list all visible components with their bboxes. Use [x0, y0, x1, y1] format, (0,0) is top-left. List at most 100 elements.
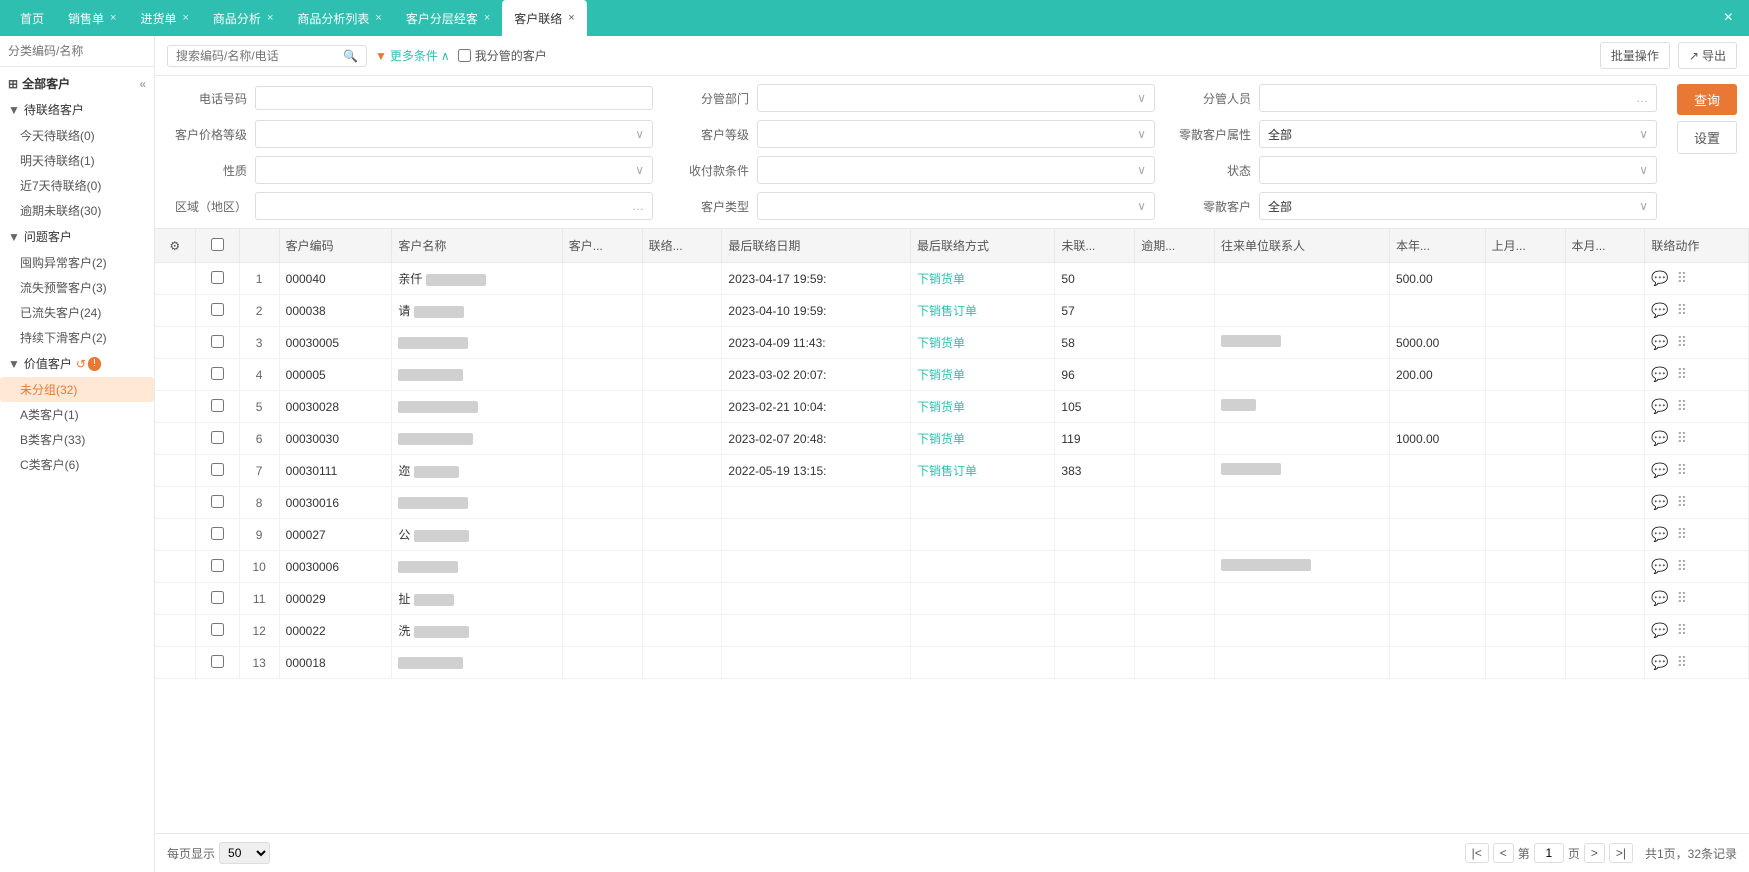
- sidebar-item-churned[interactable]: 已流失客户(24): [0, 300, 154, 325]
- more-action-icon[interactable]: ⠿: [1677, 462, 1687, 479]
- select-all-checkbox[interactable]: [211, 238, 224, 251]
- sidebar-section-value[interactable]: ▼ 价值客户 ↺ !: [0, 350, 154, 377]
- nav-tab-customer-segment[interactable]: 客户分层经客 ×: [394, 0, 502, 36]
- contact-icon[interactable]: 💬: [1651, 494, 1668, 511]
- more-action-icon[interactable]: ⠿: [1677, 558, 1687, 575]
- row-checkbox[interactable]: [195, 519, 239, 551]
- row-checkbox[interactable]: [195, 423, 239, 455]
- close-purchase-tab[interactable]: ×: [182, 12, 188, 24]
- row-checkbox[interactable]: [195, 647, 239, 679]
- close-customer-contact-tab[interactable]: ×: [568, 12, 574, 24]
- nature-select[interactable]: ∨: [255, 156, 653, 184]
- nav-tab-purchase[interactable]: 进货单 ×: [128, 0, 200, 36]
- more-action-icon[interactable]: ⠿: [1677, 302, 1687, 319]
- sidebar-item-b-class[interactable]: B类客户(33): [0, 427, 154, 452]
- more-action-icon[interactable]: ⠿: [1677, 526, 1687, 543]
- row-last-contact-way[interactable]: 下销货单: [911, 359, 1055, 391]
- customer-type-select[interactable]: ∨: [757, 192, 1155, 220]
- my-customer-checkbox[interactable]: [458, 49, 471, 62]
- row-checkbox[interactable]: [195, 359, 239, 391]
- more-action-icon[interactable]: ⠿: [1677, 430, 1687, 447]
- settings-header[interactable]: ⚙: [155, 229, 195, 263]
- contact-icon[interactable]: 💬: [1651, 430, 1668, 447]
- sidebar-item-hoarding[interactable]: 囤购异常客户(2): [0, 250, 154, 275]
- more-action-icon[interactable]: ⠿: [1677, 622, 1687, 639]
- row-checkbox[interactable]: [195, 295, 239, 327]
- batch-operation-button[interactable]: 批量操作: [1600, 42, 1670, 69]
- more-action-icon[interactable]: ⠿: [1677, 334, 1687, 351]
- contact-icon[interactable]: 💬: [1651, 462, 1668, 479]
- status-select[interactable]: ∨: [1259, 156, 1657, 184]
- row-checkbox[interactable]: [195, 583, 239, 615]
- contact-icon[interactable]: 💬: [1651, 622, 1668, 639]
- row-last-contact-way[interactable]: 下销货单: [911, 263, 1055, 295]
- more-action-icon[interactable]: ⠿: [1677, 366, 1687, 383]
- row-checkbox[interactable]: [195, 263, 239, 295]
- checkbox-header[interactable]: [195, 229, 239, 263]
- filter-more-conditions[interactable]: ▼ 更多条件 ∧: [375, 47, 450, 64]
- close-product-analysis-list-tab[interactable]: ×: [375, 12, 381, 24]
- next-page-button[interactable]: >: [1584, 843, 1605, 863]
- contact-icon[interactable]: 💬: [1651, 334, 1668, 351]
- payment-select[interactable]: ∨: [757, 156, 1155, 184]
- more-action-icon[interactable]: ⠿: [1677, 398, 1687, 415]
- price-grade-select[interactable]: ∨: [255, 120, 653, 148]
- sidebar-item-7days[interactable]: 近7天待联络(0): [0, 173, 154, 198]
- filter-search-icon[interactable]: 🔍: [343, 49, 358, 63]
- nav-tab-product-analysis-list[interactable]: 商品分析列表 ×: [285, 0, 393, 36]
- all-customers-header[interactable]: ⊞ 全部客户 «: [0, 67, 154, 96]
- sidebar-item-churn-warning[interactable]: 流失预警客户(3): [0, 275, 154, 300]
- filter-search-input[interactable]: [176, 49, 343, 63]
- sidebar-item-overdue[interactable]: 逾期未联络(30): [0, 198, 154, 223]
- contact-icon[interactable]: 💬: [1651, 366, 1668, 383]
- close-product-analysis-tab[interactable]: ×: [267, 12, 273, 24]
- more-action-icon[interactable]: ⠿: [1677, 494, 1687, 511]
- refresh-icon[interactable]: ↺: [76, 357, 86, 371]
- first-page-button[interactable]: |<: [1465, 843, 1489, 863]
- region-select[interactable]: …: [255, 192, 653, 220]
- row-last-contact-way[interactable]: 下销货单: [911, 391, 1055, 423]
- contact-icon[interactable]: 💬: [1651, 398, 1668, 415]
- sidebar-item-declining[interactable]: 持续下滑客户(2): [0, 325, 154, 350]
- manager-select[interactable]: …: [1259, 84, 1657, 112]
- sidebar-section-waiting[interactable]: ▼ 待联络客户: [0, 96, 154, 123]
- grade-select[interactable]: ∨: [757, 120, 1155, 148]
- row-last-contact-way[interactable]: 下销售订单: [911, 455, 1055, 487]
- sidebar-section-problem[interactable]: ▼ 问题客户: [0, 223, 154, 250]
- row-checkbox[interactable]: [195, 615, 239, 647]
- sidebar-search-input[interactable]: [8, 44, 155, 58]
- prev-page-button[interactable]: <: [1493, 843, 1514, 863]
- dept-select[interactable]: ∨: [757, 84, 1155, 112]
- reset-button[interactable]: 设置: [1677, 121, 1737, 154]
- row-checkbox[interactable]: [195, 551, 239, 583]
- sidebar-item-tomorrow[interactable]: 明天待联络(1): [0, 148, 154, 173]
- more-action-icon[interactable]: ⠿: [1677, 590, 1687, 607]
- contact-icon[interactable]: 💬: [1651, 526, 1668, 543]
- page-size-select[interactable]: 50 100: [219, 842, 270, 864]
- close-sales-tab[interactable]: ×: [110, 12, 116, 24]
- row-last-contact-way[interactable]: 下销货单: [911, 423, 1055, 455]
- row-last-contact-way[interactable]: 下销货单: [911, 327, 1055, 359]
- nav-tab-product-analysis[interactable]: 商品分析 ×: [201, 0, 285, 36]
- nav-tab-sales[interactable]: 销售单 ×: [56, 0, 128, 36]
- contact-icon[interactable]: 💬: [1651, 302, 1668, 319]
- sidebar-item-a-class[interactable]: A类客户(1): [0, 402, 154, 427]
- sidebar-item-today[interactable]: 今天待联络(0): [0, 123, 154, 148]
- more-action-icon[interactable]: ⠿: [1677, 654, 1687, 671]
- row-checkbox[interactable]: [195, 327, 239, 359]
- last-page-button[interactable]: >|: [1609, 843, 1633, 863]
- retail-attr-select[interactable]: 全部 ∨: [1259, 120, 1657, 148]
- nav-tab-customer-contact[interactable]: 客户联络 ×: [502, 0, 586, 36]
- page-number-input[interactable]: [1534, 843, 1564, 863]
- contact-icon[interactable]: 💬: [1651, 590, 1668, 607]
- row-checkbox[interactable]: [195, 391, 239, 423]
- query-button[interactable]: 查询: [1677, 84, 1737, 115]
- sidebar-item-c-class[interactable]: C类客户(6): [0, 452, 154, 477]
- contact-icon[interactable]: 💬: [1651, 558, 1668, 575]
- sidebar-item-ungrouped[interactable]: 未分组(32): [0, 377, 154, 402]
- contact-icon[interactable]: 💬: [1651, 654, 1668, 671]
- retail-select[interactable]: 全部 ∨: [1259, 192, 1657, 220]
- more-action-icon[interactable]: ⠿: [1677, 270, 1687, 287]
- collapse-icon[interactable]: «: [139, 77, 146, 91]
- row-checkbox[interactable]: [195, 455, 239, 487]
